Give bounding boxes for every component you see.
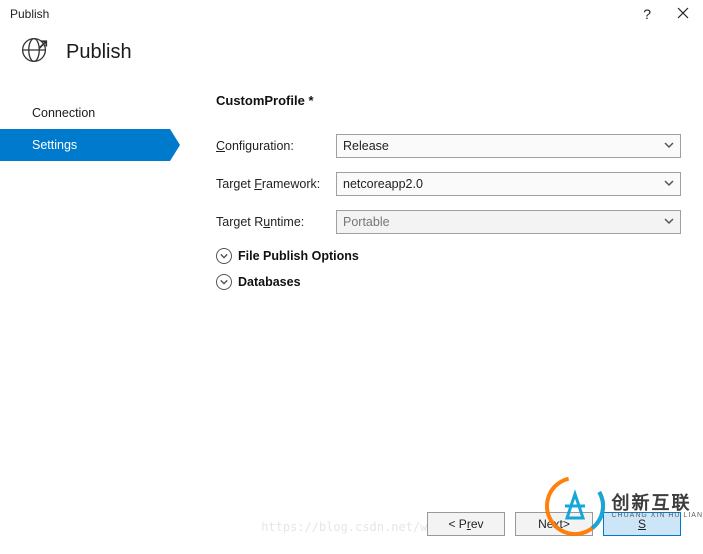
dialog-header: Publish — [0, 28, 703, 89]
expander-file-publish-options[interactable]: File Publish Options — [216, 248, 681, 264]
sidebar-item-connection[interactable]: Connection — [0, 97, 170, 129]
publish-logo-icon — [20, 36, 48, 69]
dialog-title: Publish — [66, 41, 132, 64]
close-button[interactable] — [677, 7, 689, 22]
sidebar-item-label: Settings — [32, 138, 77, 152]
sidebar: Connection Settings — [0, 89, 170, 290]
row-framework: Target Framework: netcoreapp2.0 — [216, 172, 681, 196]
expander-label: Databases — [238, 275, 301, 289]
dialog-body: Connection Settings CustomProfile * Conf… — [0, 89, 703, 290]
chevron-down-icon — [664, 177, 674, 191]
title-bar: Publish ? — [0, 0, 703, 28]
sidebar-item-label: Connection — [32, 106, 95, 120]
window-title: Publish — [10, 7, 49, 21]
framework-label: Target Framework: — [216, 177, 336, 191]
row-configuration: Configuration: Release — [216, 134, 681, 158]
chevron-down-circle-icon — [216, 248, 232, 264]
content-pane: CustomProfile * Configuration: Release T… — [170, 89, 703, 290]
runtime-combo: Portable — [336, 210, 681, 234]
configuration-value: Release — [343, 139, 389, 153]
profile-title: CustomProfile * — [216, 93, 681, 108]
prev-button[interactable]: < Prev — [427, 512, 505, 536]
sidebar-item-settings[interactable]: Settings — [0, 129, 170, 161]
next-button[interactable]: Next > — [515, 512, 593, 536]
configuration-label: Configuration: — [216, 139, 336, 153]
framework-combo[interactable]: netcoreapp2.0 — [336, 172, 681, 196]
row-runtime: Target Runtime: Portable — [216, 210, 681, 234]
save-button[interactable]: S — [603, 512, 681, 536]
runtime-value: Portable — [343, 215, 390, 229]
expander-databases[interactable]: Databases — [216, 274, 681, 290]
dialog-footer: < Prev Next > S — [427, 512, 681, 536]
expander-label: File Publish Options — [238, 249, 359, 263]
runtime-label: Target Runtime: — [216, 215, 336, 229]
help-button[interactable]: ? — [643, 6, 651, 22]
framework-value: netcoreapp2.0 — [343, 177, 423, 191]
chevron-down-icon — [664, 139, 674, 153]
watermark-text-zh: 创新互联 — [611, 494, 703, 512]
chevron-down-icon — [664, 215, 674, 229]
ghost-watermark-text: https://blog.csdn.net/we… — [261, 520, 442, 534]
configuration-combo[interactable]: Release — [336, 134, 681, 158]
close-icon — [677, 7, 689, 19]
chevron-down-circle-icon — [216, 274, 232, 290]
